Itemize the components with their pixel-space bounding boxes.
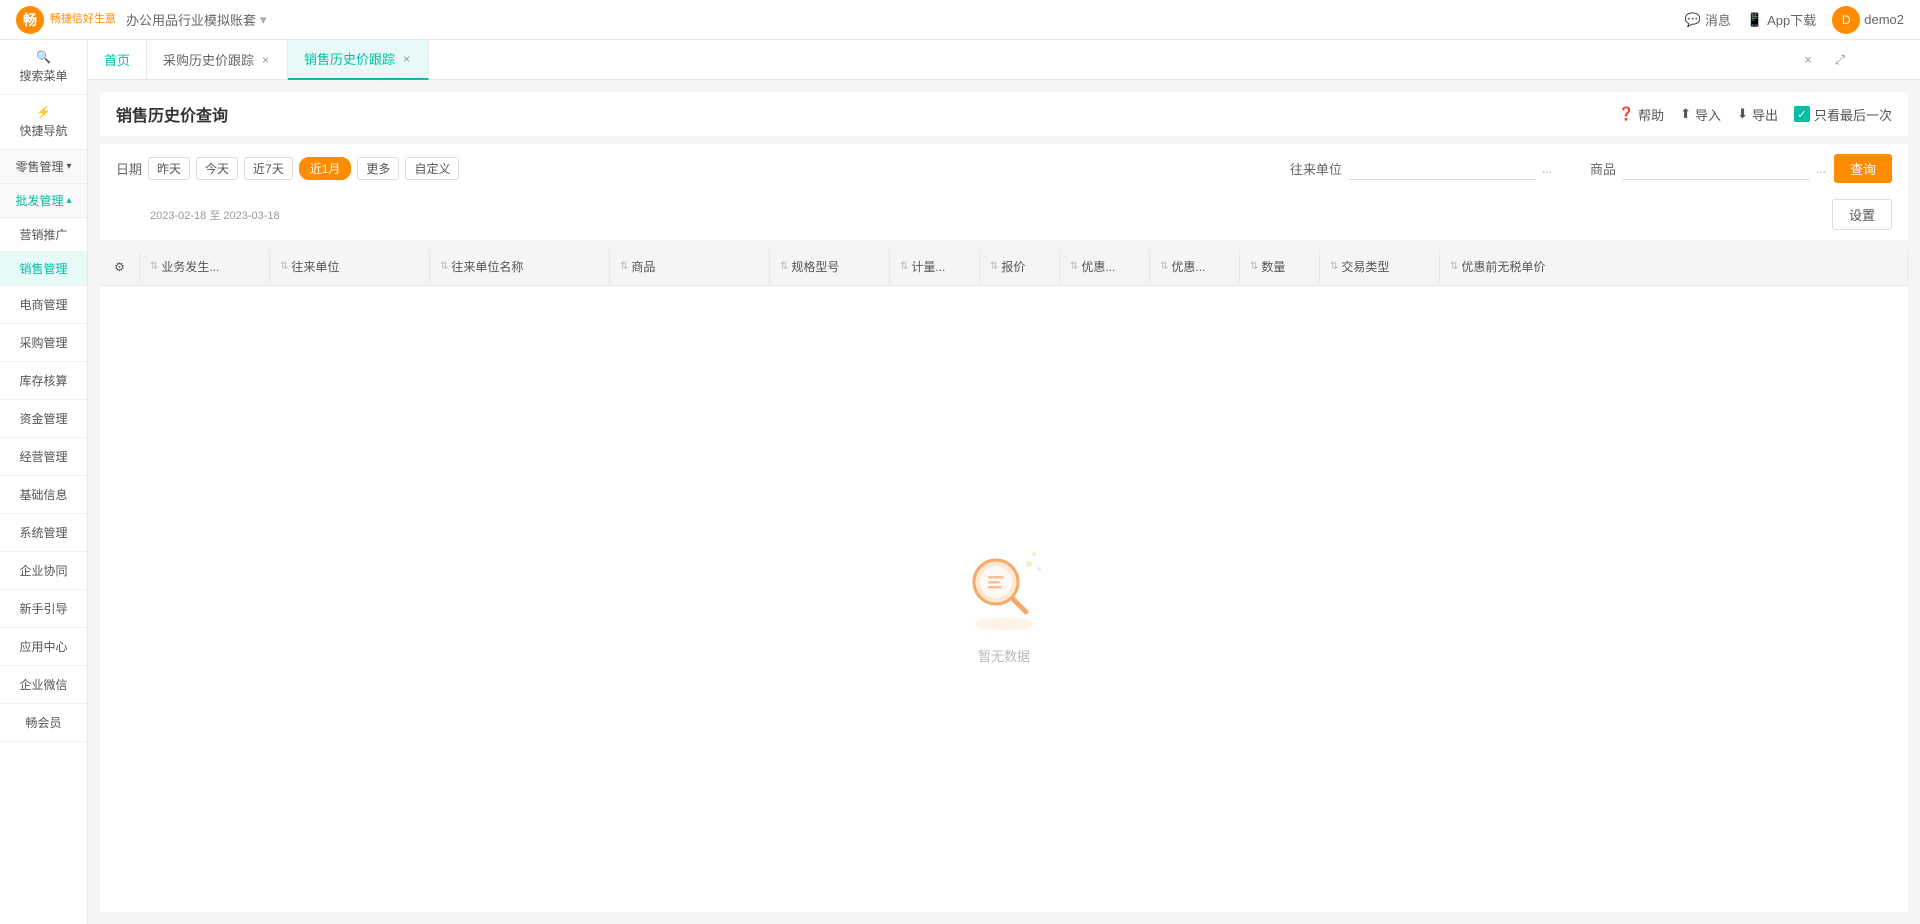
tab-purchase-close[interactable]: × [260,52,271,68]
sidebar-item-purchase[interactable]: 采购管理 [0,324,87,362]
date-label: 日期 [116,159,142,178]
empty-text: 暂无数据 [978,646,1030,665]
main-layout: 🔍 搜索菜单 ⚡ 快捷导航 零售管理 ▾ 批发管理 ▴ 营销推广 销售管理 电商… [0,40,1920,924]
th-unit[interactable]: ⇅ 往来单位 [270,250,430,283]
date-yesterday-btn[interactable]: 昨天 [148,157,190,180]
date-7days-btn[interactable]: 近7天 [244,157,293,180]
sidebar-item-retail-mgmt[interactable]: 零售管理 ▾ [0,150,87,184]
message-btn[interactable]: 💬 消息 [1685,10,1731,29]
page-header-actions: ❓ 帮助 ⬆ 导入 ⬇ 导出 ✓ 只看最后一次 [1618,105,1892,124]
th-measure[interactable]: ⇅ 计量... [890,250,980,283]
sidebar-item-ecommerce[interactable]: 电商管理 [0,286,87,324]
date-range-row: 2023-02-18 至 2023-03-18 设置 [116,199,1892,230]
tab-bar-actions: × ⤢ [1796,48,1860,72]
date-filter-group: 日期 昨天 今天 近7天 近1月 更多 自定义 [116,157,459,180]
th-biz-date[interactable]: ⇅ 业务发生... [140,250,270,283]
date-custom-btn[interactable]: 自定义 [405,157,459,180]
th-goods[interactable]: ⇅ 商品 [610,250,770,283]
goods-dots[interactable]: ... [1816,162,1826,176]
goods-input[interactable] [1622,158,1810,180]
filter-area: 日期 昨天 今天 近7天 近1月 更多 自定义 往来单位 ... [100,144,1908,240]
tab-maximize-btn[interactable]: ⤢ [1828,48,1852,72]
goods-filter-group: 商品 ... [1590,158,1826,180]
page-content: 销售历史价查询 ❓ 帮助 ⬆ 导入 ⬇ 导出 ✓ [88,80,1920,924]
table-header: ⚙ ⇅ 业务发生... ⇅ 往来单位 ⇅ 往来单位名称 [100,248,1908,286]
th-qty[interactable]: ⇅ 数量 [1240,250,1320,283]
page-title: 销售历史价查询 [116,102,228,126]
partner-input[interactable] [1348,158,1536,180]
empty-state: 暂无数据 [100,286,1908,912]
th-spec[interactable]: ⇅ 规格型号 [770,250,890,283]
sidebar-item-cooperation[interactable]: 企业协同 [0,552,87,590]
query-btn[interactable]: 查询 [1834,154,1892,183]
table-area: ⚙ ⇅ 业务发生... ⇅ 往来单位 ⇅ 往来单位名称 [100,248,1908,912]
filter-row: 日期 昨天 今天 近7天 近1月 更多 自定义 往来单位 ... [116,154,1892,183]
help-btn[interactable]: ❓ 帮助 [1618,105,1664,124]
sidebar-item-enterprise-wechat[interactable]: 企业微信 [0,666,87,704]
sidebar-item-inventory[interactable]: 库存核算 [0,362,87,400]
sidebar: 🔍 搜索菜单 ⚡ 快捷导航 零售管理 ▾ 批发管理 ▴ 营销推广 销售管理 电商… [0,40,88,924]
logo-area: 畅 畅捷信好生意 [16,6,116,34]
top-bar-right: 💬 消息 📱 App下载 D demo2 [1685,6,1904,34]
th-price[interactable]: ⇅ 报价 [980,250,1060,283]
th-discount1[interactable]: ⇅ 优惠... [1060,250,1150,283]
app-title[interactable]: 办公用品行业模拟账套 ▾ [126,10,267,29]
date-more-btn[interactable]: 更多 [357,157,399,180]
export-btn[interactable]: ⬇ 导出 [1737,105,1778,124]
logo-icon: 畅 [16,6,44,34]
tab-bar: 首页 采购历史价跟踪 × 销售历史价跟踪 × × ⤢ [88,40,1920,80]
import-btn[interactable]: ⬆ 导入 [1680,105,1721,124]
sidebar-item-marketing[interactable]: 营销推广 [0,218,87,252]
logo-text: 畅捷信好生意 [50,13,116,26]
app-download-btn[interactable]: 📱 App下载 [1747,10,1816,29]
sidebar-item-quick-nav[interactable]: ⚡ 快捷导航 [0,95,87,150]
date-today-btn[interactable]: 今天 [196,157,238,180]
checkbox-icon: ✓ [1794,106,1810,122]
th-settings[interactable]: ⚙ [100,252,140,282]
sidebar-item-member[interactable]: 畅会员 [0,704,87,742]
tab-home[interactable]: 首页 [88,40,147,80]
empty-illustration [954,534,1054,634]
sidebar-item-operation[interactable]: 经营管理 [0,438,87,476]
filter-actions: 查询 [1834,154,1892,183]
sidebar-item-finance[interactable]: 资金管理 [0,400,87,438]
sidebar-item-basic-info[interactable]: 基础信息 [0,476,87,514]
partner-filter-group: 往来单位 ... [1290,158,1552,180]
only-last-checkbox[interactable]: ✓ 只看最后一次 [1794,105,1892,124]
sidebar-item-wholesale-mgmt[interactable]: 批发管理 ▴ [0,184,87,218]
tab-sales-close[interactable]: × [401,51,412,67]
date-range-text: 2023-02-18 至 2023-03-18 [150,207,280,223]
tab-close-all-btn[interactable]: × [1796,48,1820,72]
sidebar-item-new-guide[interactable]: 新手引导 [0,590,87,628]
tab-purchase-history[interactable]: 采购历史价跟踪 × [147,40,288,80]
date-1month-btn[interactable]: 近1月 [299,157,352,180]
sidebar-item-system[interactable]: 系统管理 [0,514,87,552]
user-menu[interactable]: D demo2 [1832,6,1904,34]
tab-sales-history[interactable]: 销售历史价跟踪 × [288,40,429,80]
settings-btn[interactable]: 设置 [1832,199,1892,230]
goods-label: 商品 [1590,159,1616,178]
sidebar-item-search-menu[interactable]: 🔍 搜索菜单 [0,40,87,95]
th-trade-type[interactable]: ⇅ 交易类型 [1320,250,1440,283]
th-unit-name[interactable]: ⇅ 往来单位名称 [430,250,610,283]
top-bar: 畅 畅捷信好生意 办公用品行业模拟账套 ▾ 💬 消息 📱 App下载 D dem… [0,0,1920,40]
page-header: 销售历史价查询 ❓ 帮助 ⬆ 导入 ⬇ 导出 ✓ [100,92,1908,136]
th-discount2[interactable]: ⇅ 优惠... [1150,250,1240,283]
avatar: D [1832,6,1860,34]
sidebar-item-app-center[interactable]: 应用中心 [0,628,87,666]
th-tax-free-price[interactable]: ⇅ 优惠前无税单价 [1440,250,1908,283]
content-area: 首页 采购历史价跟踪 × 销售历史价跟踪 × × ⤢ 销售历史价查询 [88,40,1920,924]
partner-dots[interactable]: ... [1542,162,1552,176]
top-bar-left: 畅 畅捷信好生意 办公用品行业模拟账套 ▾ [16,6,267,34]
partner-label: 往来单位 [1290,159,1342,178]
sidebar-item-sales-mgmt[interactable]: 销售管理 [0,252,87,286]
